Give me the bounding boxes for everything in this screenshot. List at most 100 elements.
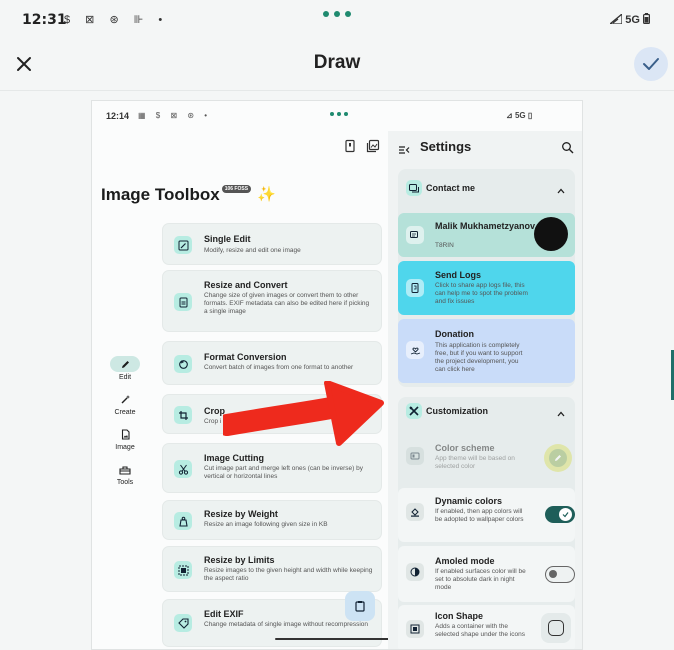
tool-description: Resize an image following given size in … — [204, 521, 328, 528]
battery-icon — [643, 13, 651, 25]
drawn-arrow-annotation — [223, 381, 384, 446]
logs-icon — [406, 279, 424, 297]
settings-title: Settings — [420, 139, 472, 154]
author-icon — [406, 226, 424, 244]
color-picker-swatch[interactable] — [544, 444, 572, 472]
nav-rail-edit[interactable]: Edit — [106, 356, 144, 381]
scissors-icon — [174, 460, 192, 478]
amoled-mode-item[interactable]: Amoled mode If enabled surfaces color wi… — [398, 546, 575, 602]
magic-wand-icon — [121, 394, 130, 403]
tool-card-resize-convert[interactable]: Resize and Convert Change size of given … — [162, 270, 382, 332]
confirm-button[interactable] — [634, 47, 668, 81]
tool-title: Crop — [204, 406, 225, 416]
inner-status-network: ⊿ 5G ▯ — [506, 111, 533, 120]
color-scheme-item[interactable]: Color scheme App theme will be based on … — [398, 431, 575, 483]
avatar — [534, 217, 568, 251]
send-logs-title: Send Logs — [435, 270, 482, 280]
chevron-up-icon[interactable] — [556, 406, 566, 417]
setting-title: Icon Shape — [435, 611, 484, 621]
clipboard-icon — [355, 601, 365, 612]
toolbox-icon — [119, 465, 131, 475]
author-name: Malik Mukhametzyanov — [435, 221, 536, 231]
settings-panel: Settings Contact me Malik Mukhametzyanov… — [388, 131, 582, 649]
status-bar: 12:31 $ ⊠ ⊛ ⊪ • 5G — [0, 0, 674, 40]
clipboard-fab[interactable] — [345, 591, 375, 621]
check-icon — [643, 58, 659, 70]
tool-card-resize-weight[interactable]: Resize by Weight Resize an image followi… — [162, 500, 382, 540]
tool-description: Change size of given images or convert t… — [204, 292, 370, 315]
section-label: Contact me — [426, 183, 476, 193]
signal-icon — [608, 12, 623, 25]
setting-title: Dynamic colors — [435, 496, 503, 506]
tool-title: Edit EXIF — [204, 609, 244, 619]
tool-title: Resize by Limits — [204, 555, 275, 565]
setting-description: If enabled, then app colors will be adop… — [435, 508, 524, 523]
check-icon — [562, 512, 569, 518]
tool-title: Resize and Convert — [204, 280, 288, 290]
tool-card-single-edit[interactable]: Single Edit Modify, resize and edit one … — [162, 223, 382, 265]
limits-icon — [174, 561, 192, 579]
format-conversion-icon — [174, 355, 192, 373]
tool-title: Resize by Weight — [204, 509, 278, 519]
setting-description: If enabled surfaces color will be set to… — [435, 568, 526, 591]
search-icon[interactable] — [561, 141, 574, 154]
inner-status-time: 12:14 — [106, 111, 130, 121]
pencil-icon — [555, 455, 561, 461]
donation-icon — [406, 341, 424, 359]
top-app-bar: Draw — [0, 40, 674, 88]
tool-description: Modify, resize and edit one image — [204, 247, 301, 254]
donation-title: Donation — [435, 329, 474, 339]
nav-rail-image[interactable]: Image — [106, 426, 144, 451]
contact-icon — [406, 180, 422, 196]
contrast-icon — [406, 563, 424, 581]
status-network: 5G — [608, 12, 651, 26]
exif-icon — [174, 614, 192, 632]
nav-rail-label: Create — [114, 409, 136, 416]
image-file-icon — [121, 428, 130, 440]
shape-icon — [406, 620, 424, 638]
nav-rail-label: Tools — [116, 479, 134, 486]
crop-icon — [174, 406, 192, 424]
status-time: 12:31 — [22, 12, 67, 28]
tool-card-resize-limits[interactable]: Resize by Limits Resize images to the gi… — [162, 546, 382, 592]
tool-description: Resize images to the given height and wi… — [204, 567, 373, 582]
nav-rail-label: Edit — [118, 374, 132, 381]
paint-bucket-icon — [406, 503, 424, 521]
gallery-icon[interactable] — [366, 139, 380, 153]
page-title: Draw — [313, 52, 361, 73]
pencil-icon — [121, 360, 129, 368]
icon-shape-item[interactable]: Icon Shape Adds a container with the sel… — [398, 605, 575, 649]
tool-description: Change metadata of single image without … — [204, 621, 369, 628]
bookmark-icon[interactable] — [343, 139, 357, 153]
author-handle: T8RIN — [435, 242, 454, 249]
icon-shape-preview[interactable] — [541, 613, 571, 643]
tool-card-format-conversion[interactable]: Format Conversion Convert batch of image… — [162, 341, 382, 385]
nav-rail-label: Image — [115, 444, 135, 451]
dynamic-colors-toggle[interactable] — [545, 506, 575, 523]
customization-icon — [406, 403, 422, 419]
nav-rail-tools[interactable]: Tools — [106, 461, 144, 486]
chevron-up-icon[interactable] — [556, 183, 566, 194]
app-title: Image Toolbox 106 FOSS — [101, 185, 252, 205]
home-indicator — [275, 638, 402, 640]
collapse-menu-icon[interactable] — [398, 143, 410, 155]
amoled-mode-toggle[interactable] — [545, 566, 575, 583]
send-logs-item[interactable]: Send Logs Click to share app logs file, … — [398, 261, 575, 315]
setting-title: Color scheme — [435, 443, 495, 453]
inner-status-icons: ▦ $ ⊠ ⊛ • — [138, 111, 212, 120]
send-logs-description: Click to share app logs file, this can h… — [435, 282, 528, 305]
sparkle-icon: ✨ — [257, 186, 276, 203]
inner-status-dots — [330, 112, 348, 116]
donation-description: This application is completely free, but… — [435, 342, 523, 373]
section-label: Customization — [426, 406, 488, 416]
drawing-canvas[interactable]: 12:14 ▦ $ ⊠ ⊛ • ⊿ 5G ▯ Image Toolbox 106 … — [91, 100, 583, 650]
divider — [0, 90, 674, 91]
single-edit-icon — [174, 236, 192, 254]
donation-item[interactable]: Donation This application is completely … — [398, 319, 575, 383]
dynamic-colors-item[interactable]: Dynamic colors If enabled, then app colo… — [398, 488, 575, 542]
author-item[interactable]: Malik Mukhametzyanov T8RIN — [398, 213, 575, 257]
setting-description: Adds a container with the selected shape… — [435, 623, 525, 638]
tool-description: Convert batch of images from one format … — [204, 364, 354, 371]
nav-rail-create[interactable]: Create — [106, 391, 144, 416]
palette-icon — [406, 447, 424, 465]
